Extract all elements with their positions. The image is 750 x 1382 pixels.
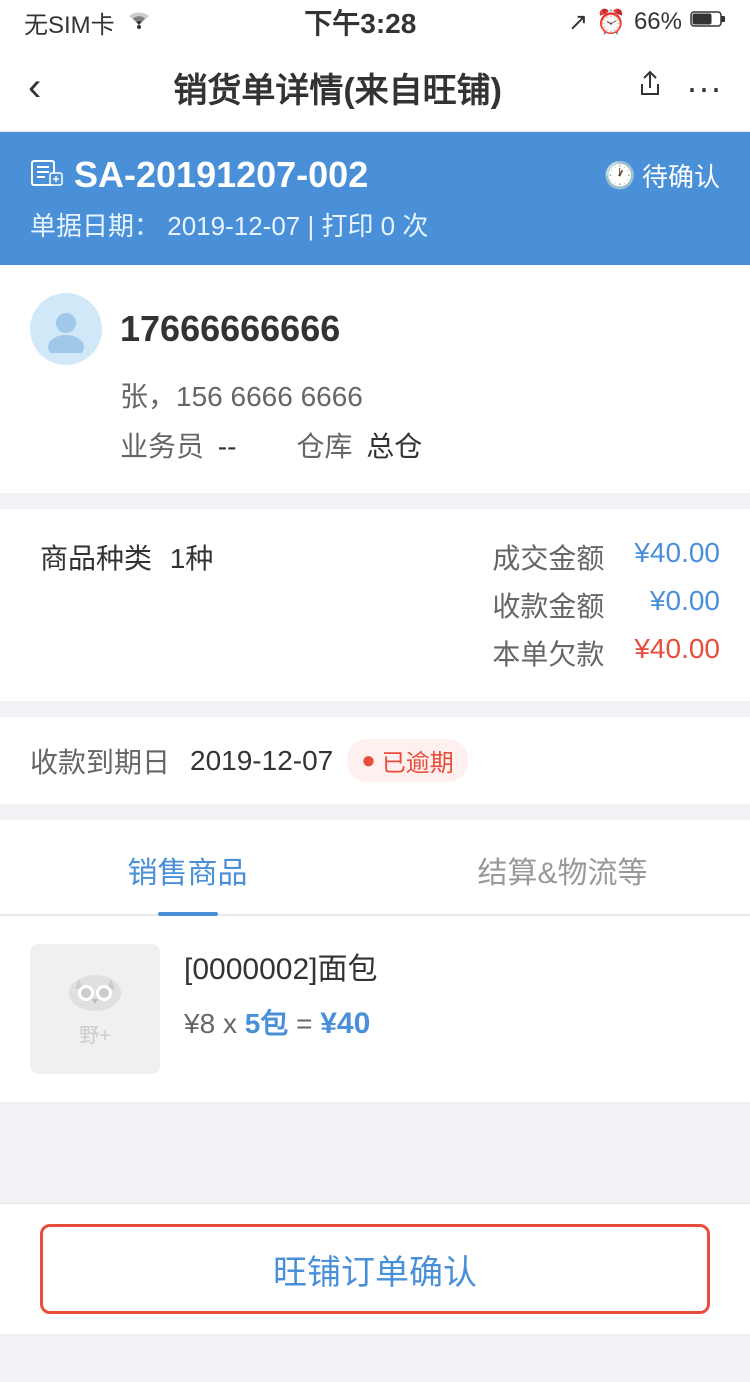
share-button[interactable] [634,68,666,108]
product-item: 野+ [0000002]面包 ¥8 x 5包 = ¥40 [30,944,720,1074]
status-time: 下午3:28 [304,2,416,42]
tabs-section: 销售商品 结算&物流等 [0,820,750,1102]
customer-phone: 17666666666 [120,308,340,350]
customer-name: 张，156 6666 6666 [120,375,720,415]
location-icon: ↗ [568,8,588,37]
confirm-button[interactable]: 旺铺订单确认 [40,1224,710,1314]
product-quantity: 5包 [245,1008,289,1039]
product-name: [0000002]面包 [184,944,720,988]
owed-label: 本单欠款 [492,633,604,673]
customer-meta: 业务员 -- 仓库 总仓 [120,425,720,465]
amount-label: 成交金额 [492,537,604,577]
status-right: ↗ ⏰ 66% [568,8,726,37]
customer-section: 17666666666 张，156 6666 6666 业务员 -- 仓库 总仓 [0,265,750,493]
product-total: ¥40 [320,1007,370,1040]
product-info: [0000002]面包 ¥8 x 5包 = ¥40 [184,944,720,1042]
bottom-bar: 旺铺订单确认 [0,1203,750,1334]
sales-label: 业务员 [120,431,204,462]
page-title: 销货单详情(来自旺铺) [173,63,502,112]
nav-bar: ‹ 销货单详情(来自旺铺) ··· [0,44,750,132]
product-type: 商品种类 1种 [30,537,213,577]
due-date-label: 收款到期日 [30,741,170,781]
order-banner: SA-20191207-002 🕐 待确认 单据日期： 2019-12-07 |… [0,132,750,265]
amount-summary: 成交金额 ¥40.00 收款金额 ¥0.00 本单欠款 ¥40.00 [492,537,720,673]
warehouse-value: 总仓 [366,431,422,462]
status-bar: 无SIM卡 下午3:28 ↗ ⏰ 66% [0,0,750,44]
owed-value: ¥40.00 [634,633,720,673]
received-label: 收款金额 [492,585,604,625]
brand-plus-text: 野+ [79,1019,111,1048]
tab-settlement[interactable]: 结算&物流等 [375,820,750,914]
order-number: SA-20191207-002 [30,154,368,196]
order-date: 单据日期： 2019-12-07 | 打印 0 次 [30,206,720,243]
due-date-section: 收款到期日 2019-12-07 ● 已逾期 [0,717,750,804]
carrier-text: 无SIM卡 [24,5,115,40]
summary-section: 商品种类 1种 成交金额 ¥40.00 收款金额 ¥0.00 本单欠款 ¥40.… [0,509,750,701]
product-thumbnail: 野+ [30,944,160,1074]
back-button[interactable]: ‹ [28,65,41,110]
product-price: ¥8 x 5包 = ¥40 [184,1002,720,1042]
battery-text: 66% [634,8,682,36]
battery-icon [690,8,726,36]
due-date-value: 2019-12-07 [190,745,333,777]
order-icon [30,154,64,196]
product-list: 野+ [0000002]面包 ¥8 x 5包 = ¥40 [0,916,750,1102]
avatar [30,293,102,365]
sales-value: -- [218,431,237,462]
overdue-text: 已逾期 [382,743,454,778]
tab-products[interactable]: 销售商品 [0,820,375,914]
alarm-icon: ⏰ [596,8,626,37]
status-clock-icon: 🕐 [604,160,636,191]
warehouse-label: 仓库 [296,431,352,462]
received-value: ¥0.00 [650,585,720,625]
status-carrier: 无SIM卡 [24,5,153,40]
overdue-badge: ● 已逾期 [347,739,468,782]
wifi-icon [125,8,153,36]
more-button[interactable]: ··· [686,67,722,109]
tabs-header: 销售商品 结算&物流等 [0,820,750,916]
order-status: 🕐 待确认 [604,157,720,194]
amount-value: ¥40.00 [634,537,720,577]
overdue-icon: ● [361,747,376,775]
